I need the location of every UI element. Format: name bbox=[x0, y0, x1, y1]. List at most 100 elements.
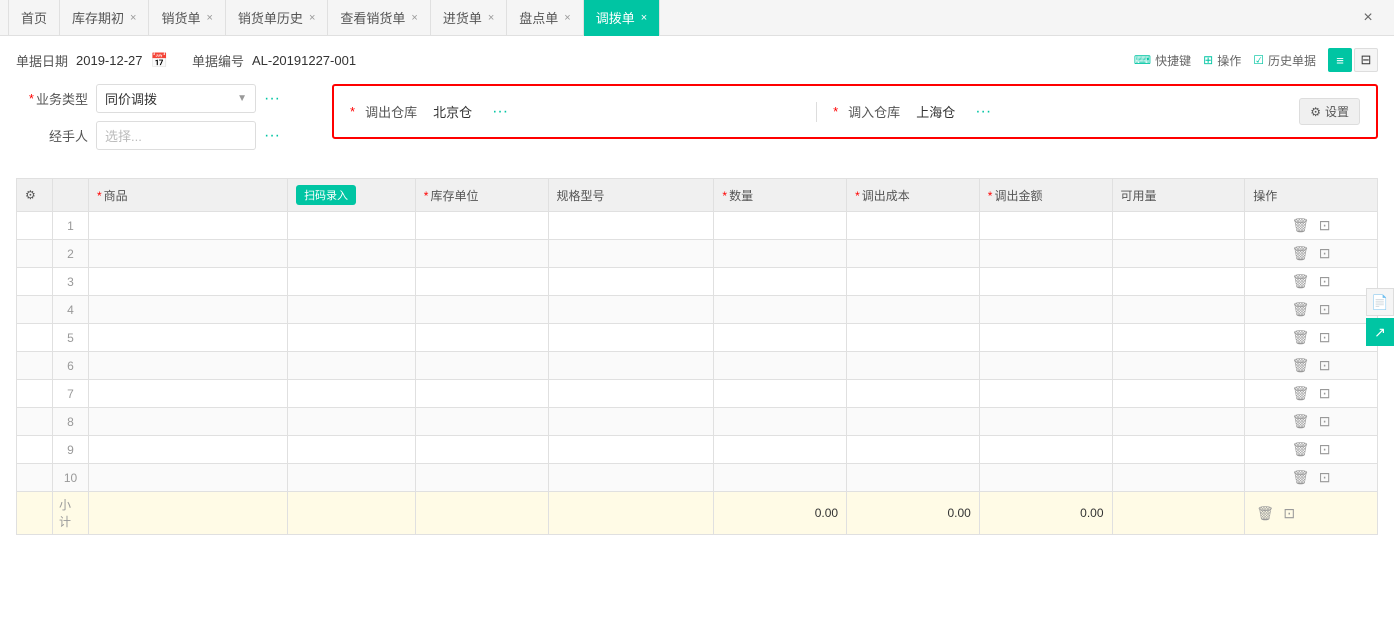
row-spec-6[interactable] bbox=[548, 352, 714, 380]
close-tab-1[interactable]: × bbox=[130, 12, 136, 24]
row-qty-8[interactable] bbox=[714, 408, 847, 436]
row-spec-4[interactable] bbox=[548, 296, 714, 324]
row-qty-3[interactable] bbox=[714, 268, 847, 296]
tab-sales[interactable]: 销货单 × bbox=[149, 0, 225, 36]
row-spec-3[interactable] bbox=[548, 268, 714, 296]
row-cost-9[interactable] bbox=[847, 436, 980, 464]
row-product-6[interactable] bbox=[89, 352, 288, 380]
row-delete-icon-3[interactable]: 🗑 bbox=[1292, 273, 1310, 290]
row-product-10[interactable] bbox=[89, 464, 288, 492]
close-tab-4[interactable]: × bbox=[411, 12, 417, 24]
row-cost-7[interactable] bbox=[847, 380, 980, 408]
row-product-3[interactable] bbox=[89, 268, 288, 296]
row-product-5[interactable] bbox=[89, 324, 288, 352]
row-copy-icon-6[interactable]: ⊡ bbox=[1319, 357, 1331, 374]
row-product-1[interactable] bbox=[89, 212, 288, 240]
row-qty-6[interactable] bbox=[714, 352, 847, 380]
row-delete-icon-6[interactable]: 🗑 bbox=[1292, 357, 1310, 374]
row-unit-4[interactable] bbox=[415, 296, 548, 324]
close-tab-5[interactable]: × bbox=[488, 12, 494, 24]
row-unit-1[interactable] bbox=[415, 212, 548, 240]
row-unit-8[interactable] bbox=[415, 408, 548, 436]
business-type-more-btn[interactable]: ··· bbox=[264, 90, 280, 108]
row-delete-icon-8[interactable]: 🗑 bbox=[1292, 413, 1310, 430]
row-cost-5[interactable] bbox=[847, 324, 980, 352]
row-unit-2[interactable] bbox=[415, 240, 548, 268]
row-product-9[interactable] bbox=[89, 436, 288, 464]
row-copy-icon-1[interactable]: ⊡ bbox=[1319, 217, 1331, 234]
row-delete-icon-9[interactable]: 🗑 bbox=[1292, 441, 1310, 458]
row-qty-9[interactable] bbox=[714, 436, 847, 464]
tab-sales-history[interactable]: 销货单历史 × bbox=[226, 0, 328, 36]
row-copy-icon-8[interactable]: ⊡ bbox=[1319, 413, 1331, 430]
row-amount-6[interactable] bbox=[979, 352, 1112, 380]
row-unit-6[interactable] bbox=[415, 352, 548, 380]
row-qty-5[interactable] bbox=[714, 324, 847, 352]
row-copy-icon-10[interactable]: ⊡ bbox=[1319, 469, 1331, 486]
row-copy-icon-4[interactable]: ⊡ bbox=[1319, 301, 1331, 318]
row-amount-5[interactable] bbox=[979, 324, 1112, 352]
row-unit-5[interactable] bbox=[415, 324, 548, 352]
row-cost-8[interactable] bbox=[847, 408, 980, 436]
calendar-icon[interactable]: 📅 bbox=[151, 52, 168, 69]
row-unit-3[interactable] bbox=[415, 268, 548, 296]
close-window-button[interactable]: × bbox=[1350, 0, 1386, 36]
personnel-more-btn[interactable]: ··· bbox=[264, 127, 280, 145]
row-cost-2[interactable] bbox=[847, 240, 980, 268]
close-tab-7[interactable]: × bbox=[641, 12, 647, 24]
warehouse-in-more-btn[interactable]: ··· bbox=[975, 103, 991, 121]
warehouse-settings-button[interactable]: ⚙ 设置 bbox=[1299, 98, 1360, 125]
float-export-icon[interactable]: ↗ bbox=[1366, 318, 1394, 346]
row-copy-icon-5[interactable]: ⊡ bbox=[1319, 329, 1331, 346]
subtotal-copy-icon[interactable]: ⊡ bbox=[1283, 505, 1295, 522]
tab-home[interactable]: 首页 bbox=[8, 0, 60, 36]
row-copy-icon-3[interactable]: ⊡ bbox=[1319, 273, 1331, 290]
row-qty-10[interactable] bbox=[714, 464, 847, 492]
tab-view-sales[interactable]: 查看销货单 × bbox=[328, 0, 430, 36]
row-unit-7[interactable] bbox=[415, 380, 548, 408]
row-amount-3[interactable] bbox=[979, 268, 1112, 296]
warehouse-out-value[interactable]: 北京仓 bbox=[433, 102, 472, 121]
row-copy-icon-9[interactable]: ⊡ bbox=[1319, 441, 1331, 458]
personnel-select[interactable]: 选择... bbox=[96, 121, 256, 150]
row-amount-4[interactable] bbox=[979, 296, 1112, 324]
layout-single-btn[interactable]: ≡ bbox=[1328, 48, 1352, 72]
row-qty-4[interactable] bbox=[714, 296, 847, 324]
row-product-7[interactable] bbox=[89, 380, 288, 408]
subtotal-delete-icon[interactable]: 🗑 bbox=[1256, 505, 1274, 522]
row-qty-2[interactable] bbox=[714, 240, 847, 268]
row-amount-7[interactable] bbox=[979, 380, 1112, 408]
history-link[interactable]: ☑ 历史单据 bbox=[1253, 52, 1316, 69]
row-spec-1[interactable] bbox=[548, 212, 714, 240]
row-spec-8[interactable] bbox=[548, 408, 714, 436]
row-cost-4[interactable] bbox=[847, 296, 980, 324]
th-gear[interactable]: ⚙ bbox=[17, 179, 53, 212]
row-delete-icon-1[interactable]: 🗑 bbox=[1292, 217, 1310, 234]
row-delete-icon-5[interactable]: 🗑 bbox=[1292, 329, 1310, 346]
row-delete-icon-10[interactable]: 🗑 bbox=[1292, 469, 1310, 486]
row-spec-5[interactable] bbox=[548, 324, 714, 352]
row-cost-1[interactable] bbox=[847, 212, 980, 240]
row-qty-7[interactable] bbox=[714, 380, 847, 408]
warehouse-out-more-btn[interactable]: ··· bbox=[492, 103, 508, 121]
row-copy-icon-7[interactable]: ⊡ bbox=[1319, 385, 1331, 402]
row-product-4[interactable] bbox=[89, 296, 288, 324]
operation-link[interactable]: ⊞ 操作 bbox=[1203, 52, 1241, 69]
row-delete-icon-4[interactable]: 🗑 bbox=[1292, 301, 1310, 318]
row-delete-icon-7[interactable]: 🗑 bbox=[1292, 385, 1310, 402]
row-cost-10[interactable] bbox=[847, 464, 980, 492]
row-spec-10[interactable] bbox=[548, 464, 714, 492]
row-delete-icon-2[interactable]: 🗑 bbox=[1292, 245, 1310, 262]
th-scan[interactable]: 扫码录入 bbox=[288, 179, 416, 212]
shortcut-link[interactable]: ⌨ 快捷键 bbox=[1134, 52, 1191, 69]
tab-purchase[interactable]: 进货单 × bbox=[431, 0, 507, 36]
layout-double-btn[interactable]: ⊟ bbox=[1354, 48, 1378, 72]
row-amount-8[interactable] bbox=[979, 408, 1112, 436]
row-spec-7[interactable] bbox=[548, 380, 714, 408]
close-tab-2[interactable]: × bbox=[206, 12, 212, 24]
row-cost-3[interactable] bbox=[847, 268, 980, 296]
warehouse-in-value[interactable]: 上海仓 bbox=[916, 102, 955, 121]
row-unit-10[interactable] bbox=[415, 464, 548, 492]
row-amount-2[interactable] bbox=[979, 240, 1112, 268]
tab-stocktake[interactable]: 盘点单 × bbox=[507, 0, 583, 36]
